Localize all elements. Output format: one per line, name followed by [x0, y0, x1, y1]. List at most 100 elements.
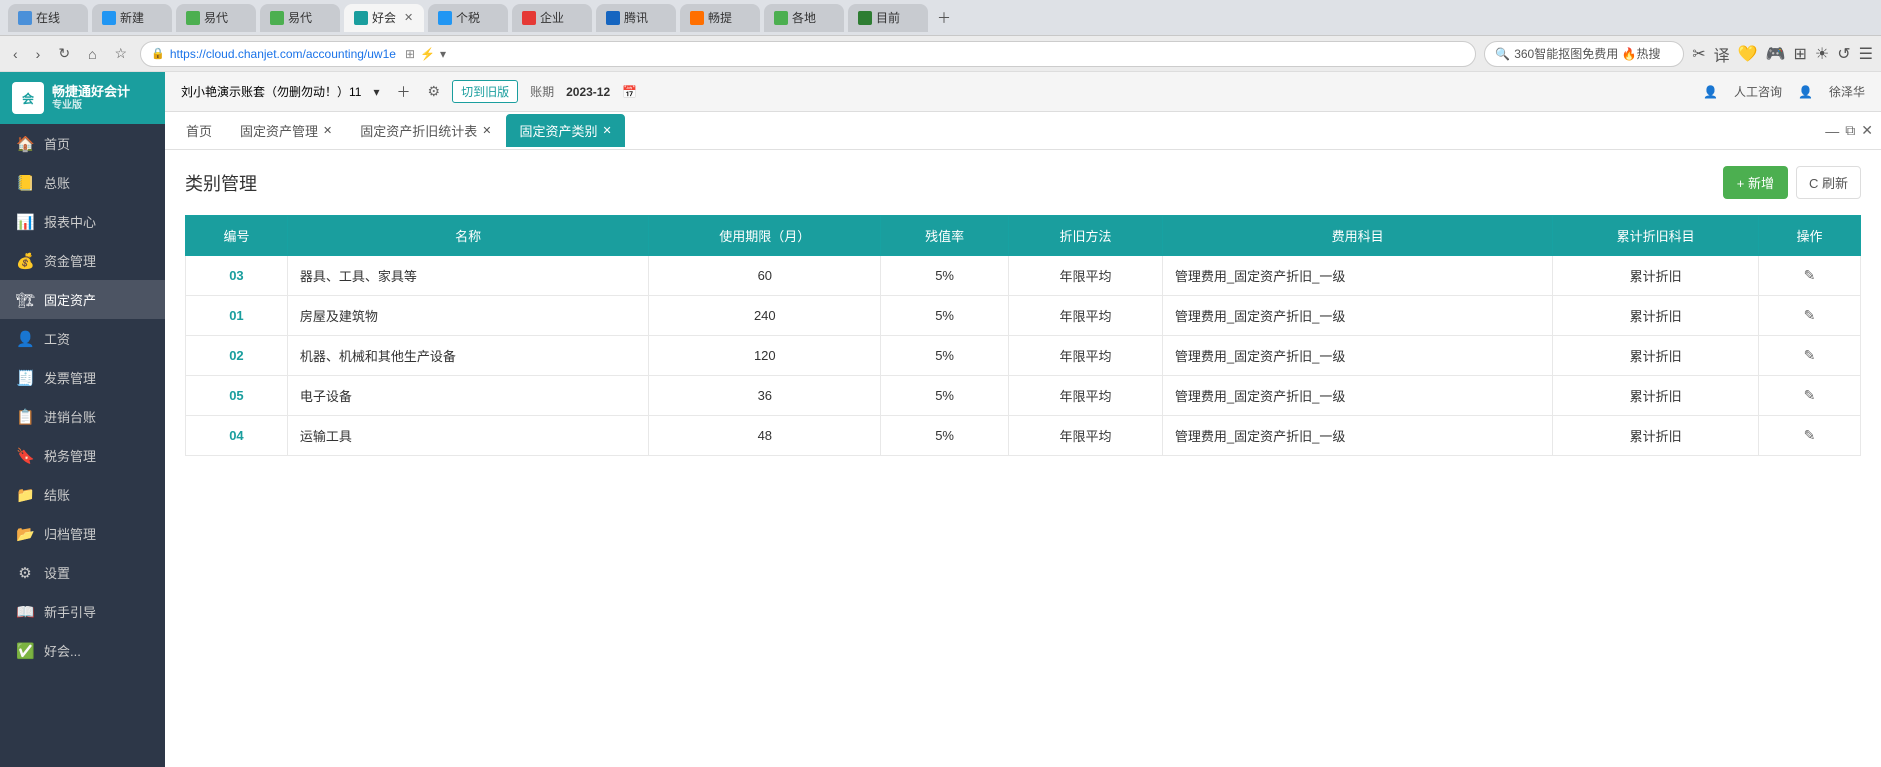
edit-button[interactable]: ✎ — [1804, 347, 1816, 364]
cell-expense: 管理费用_固定资产折旧_一级 — [1162, 336, 1552, 376]
cell-period: 48 — [649, 416, 881, 456]
refresh-button[interactable]: C 刷新 — [1796, 166, 1861, 199]
sidebar-item-invoices[interactable]: 🧾 发票管理 — [0, 358, 165, 397]
switch-version-button[interactable]: 切到旧版 — [452, 80, 518, 103]
sidebar-item-archive[interactable]: 📂 归档管理 — [0, 514, 165, 553]
browser-tab-yidai2[interactable]: 易代 — [260, 4, 340, 32]
url-bar[interactable]: 🔒 https://cloud.chanjet.com/accounting/u… — [140, 41, 1476, 67]
page-title: 类别管理 — [185, 170, 257, 196]
home-nav-icon: 🏠 — [16, 135, 34, 153]
app-tabs-bar: 首页 固定资产管理 ✕ 固定资产折旧统计表 ✕ 固定资产类别 ✕ — ⧉ ✕ — [165, 112, 1881, 150]
sidebar-item-guide[interactable]: 📖 新手引导 — [0, 592, 165, 631]
tab-restore-controls: — ⧉ ✕ — [1825, 122, 1873, 139]
table-row: 01 房屋及建筑物 240 5% 年限平均 管理费用_固定资产折旧_一级 累计折… — [186, 296, 1861, 336]
cell-expense: 管理费用_固定资产折旧_一级 — [1162, 296, 1552, 336]
cell-period: 60 — [649, 256, 881, 296]
close-tab-icon[interactable]: ✕ — [482, 124, 491, 137]
sidebar-item-reports[interactable]: 📊 报表中心 — [0, 202, 165, 241]
bookmark-button[interactable]: ☆ — [110, 43, 133, 64]
sidebar-item-funds[interactable]: 💰 资金管理 — [0, 241, 165, 280]
grid-icon[interactable]: ⊞ — [1794, 44, 1807, 64]
add-button[interactable]: + 新增 — [1723, 166, 1788, 199]
cell-accumulated: 累计折旧 — [1553, 336, 1759, 376]
cell-name: 运输工具 — [287, 416, 649, 456]
browser-tab-qiye[interactable]: 企业 — [512, 4, 592, 32]
sidebar-item-tax[interactable]: 🔖 税务管理 — [0, 436, 165, 475]
lightning-icon: ⚡ — [420, 47, 435, 61]
sidebar-item-haohui[interactable]: ✅ 好会... — [0, 631, 165, 670]
dropdown-arrow-icon[interactable]: ▾ — [440, 47, 446, 61]
sidebar-item-home[interactable]: 🏠 首页 — [0, 124, 165, 163]
table-header-row: 编号 名称 使用期限（月） 残值率 折旧方法 费用科目 累计折旧科目 操作 — [186, 216, 1861, 256]
account-dropdown[interactable]: ▾ — [373, 85, 379, 99]
sidebar-item-fixed-assets[interactable]: 🏗 固定资产 — [0, 280, 165, 319]
close-tab-icon[interactable]: ✕ — [404, 11, 413, 24]
cell-method: 年限平均 — [1009, 416, 1163, 456]
sidebar-item-inventory[interactable]: 📋 进销台账 — [0, 397, 165, 436]
sidebar-item-settings[interactable]: ⚙ 设置 — [0, 553, 165, 592]
sidebar-item-close-period[interactable]: 📁 结账 — [0, 475, 165, 514]
haohui-icon: ✅ — [16, 642, 34, 660]
app-tab-depreciation-stats[interactable]: 固定资产折旧统计表 ✕ — [347, 114, 504, 147]
sidebar-item-label: 工资 — [44, 329, 70, 348]
translate-icon[interactable]: 译 — [1714, 42, 1730, 66]
cell-code: 01 — [186, 296, 288, 336]
wallet-icon[interactable]: 💛 — [1738, 44, 1758, 64]
close-tab-icon[interactable]: ✕ — [603, 124, 612, 137]
search-bar[interactable]: 🔍 360智能抠图免费用 🔥热搜 — [1484, 41, 1684, 67]
browser-tab-yidai1[interactable]: 易代 — [176, 4, 256, 32]
app-tab-asset-category[interactable]: 固定资产类别 ✕ — [506, 114, 624, 147]
app-tab-home[interactable]: 首页 — [173, 114, 225, 147]
menu-icon[interactable]: ☰ — [1859, 44, 1873, 64]
cell-rate: 5% — [881, 256, 1009, 296]
browser-tab-geshui[interactable]: 个税 — [428, 4, 508, 32]
header-actions: + 新增 C 刷新 — [1723, 166, 1861, 199]
topbar-settings-icon[interactable]: ⚙ — [428, 83, 441, 100]
sidebar-item-label: 资金管理 — [44, 251, 96, 270]
edit-button[interactable]: ✎ — [1804, 307, 1816, 324]
sidebar-item-label: 归档管理 — [44, 524, 96, 543]
edit-button[interactable]: ✎ — [1804, 387, 1816, 404]
brightness-icon[interactable]: ☀ — [1815, 44, 1829, 64]
period-label: 账期 — [530, 83, 554, 100]
browser-tab-tengxun[interactable]: 腾讯 — [596, 4, 676, 32]
close-window-button[interactable]: ✕ — [1861, 122, 1873, 139]
app-tab-fixed-assets-mgmt[interactable]: 固定资产管理 ✕ — [227, 114, 345, 147]
minimize-button[interactable]: — — [1825, 122, 1839, 139]
back-button[interactable]: ‹ — [8, 44, 23, 64]
sidebar-item-payroll[interactable]: 👤 工资 — [0, 319, 165, 358]
cell-rate: 5% — [881, 296, 1009, 336]
cell-method: 年限平均 — [1009, 336, 1163, 376]
new-tab-button[interactable]: ＋ — [932, 6, 956, 30]
browser-tab-new[interactable]: 新建 — [92, 4, 172, 32]
history-icon[interactable]: ↺ — [1837, 44, 1850, 64]
guide-icon: 📖 — [16, 603, 34, 621]
sidebar-item-ledger[interactable]: 📒 总账 — [0, 163, 165, 202]
gamepad-icon[interactable]: 🎮 — [1766, 44, 1786, 64]
restore-button[interactable]: ⧉ — [1845, 122, 1855, 139]
cell-expense: 管理费用_固定资产折旧_一级 — [1162, 256, 1552, 296]
browser-tab-online[interactable]: 在线 — [8, 4, 88, 32]
browser-tab-haohui[interactable]: 好会 ✕ — [344, 4, 424, 32]
browser-tab-changte[interactable]: 畅提 — [680, 4, 760, 32]
support-text[interactable]: 人工咨询 — [1734, 83, 1782, 100]
archive-icon: 📂 — [16, 525, 34, 543]
cell-method: 年限平均 — [1009, 296, 1163, 336]
ledger-icon: 📒 — [16, 174, 34, 192]
refresh-button[interactable]: ↻ — [53, 43, 75, 64]
col-period: 使用期限（月） — [649, 216, 881, 256]
forward-button[interactable]: › — [31, 44, 46, 64]
close-tab-icon[interactable]: ✕ — [323, 124, 332, 137]
calendar-icon[interactable]: 📅 — [622, 85, 637, 99]
edit-button[interactable]: ✎ — [1804, 427, 1816, 444]
home-button[interactable]: ⌂ — [83, 44, 101, 64]
inventory-icon: 📋 — [16, 408, 34, 426]
add-account-button[interactable]: ＋ — [392, 80, 416, 104]
edit-button[interactable]: ✎ — [1804, 267, 1816, 284]
scissors-icon[interactable]: ✂ — [1692, 44, 1705, 64]
browser-tab-muqian[interactable]: 目前 — [848, 4, 928, 32]
cell-accumulated: 累计折旧 — [1553, 416, 1759, 456]
browser-tab-gedi[interactable]: 各地 — [764, 4, 844, 32]
top-bar: 刘小艳演示账套（勿删勿动！）11 ▾ ＋ ⚙ 切到旧版 账期 2023-12 📅… — [165, 72, 1881, 112]
sidebar-item-label: 设置 — [44, 563, 70, 582]
